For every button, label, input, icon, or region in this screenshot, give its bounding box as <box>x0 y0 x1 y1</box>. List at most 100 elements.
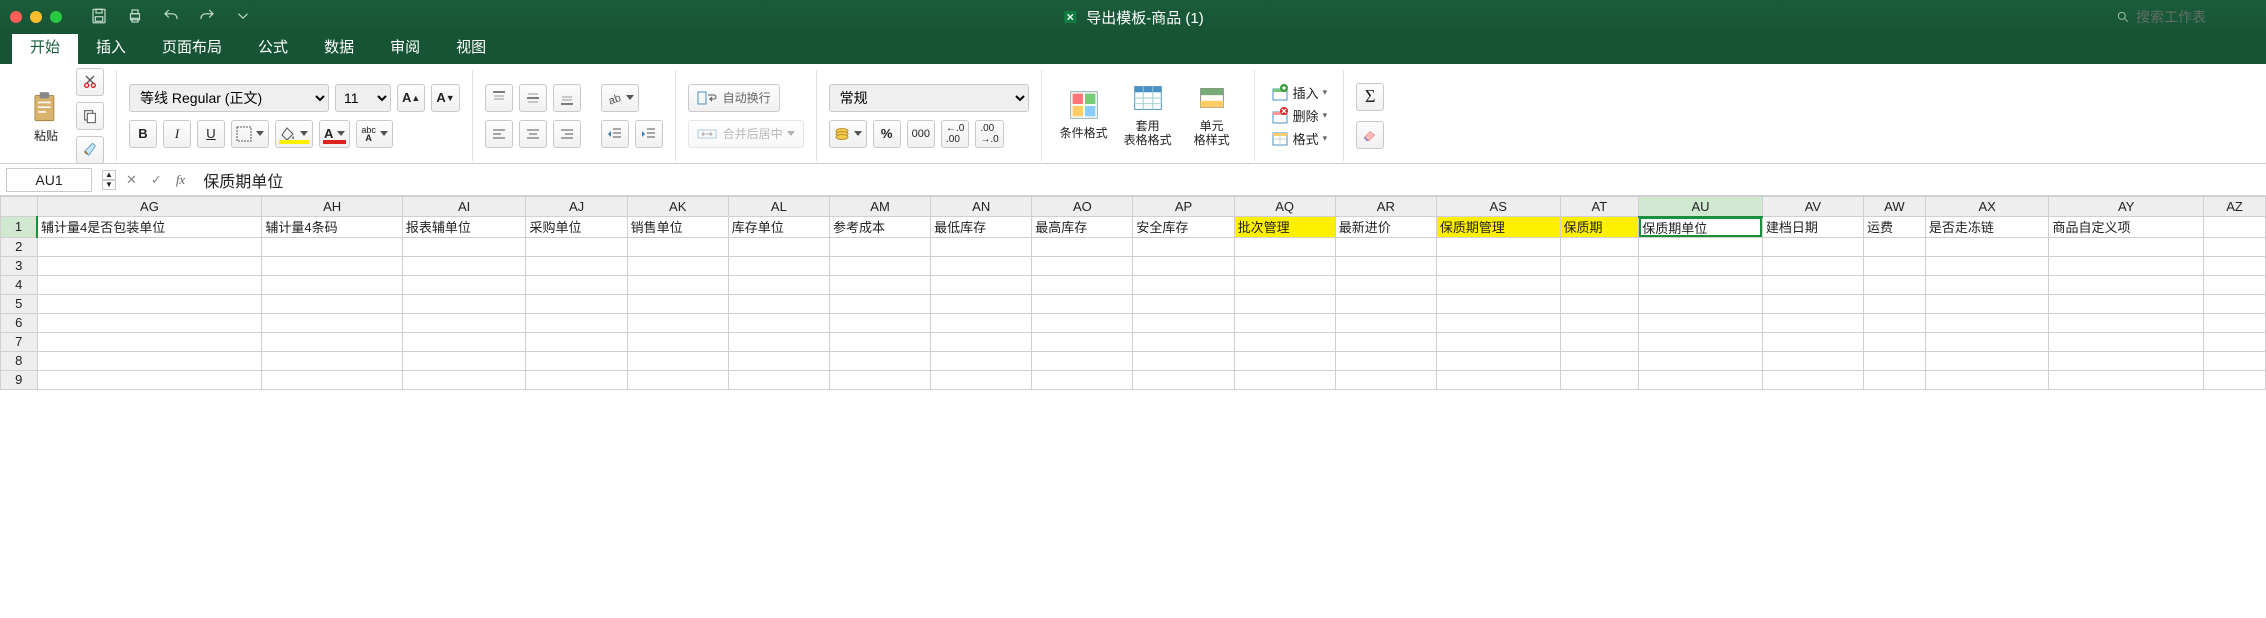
cell-AG4[interactable] <box>37 275 262 294</box>
col-header-AX[interactable]: AX <box>1925 197 2049 217</box>
cell-AM4[interactable] <box>829 275 930 294</box>
cell-AR1[interactable]: 最新进价 <box>1335 217 1436 238</box>
cell-AK5[interactable] <box>627 294 728 313</box>
fx-icon[interactable]: fx <box>176 172 185 188</box>
cell-AQ4[interactable] <box>1234 275 1335 294</box>
increase-indent-button[interactable] <box>635 120 663 148</box>
col-header-AS[interactable]: AS <box>1436 197 1560 217</box>
cell-AL3[interactable] <box>728 256 829 275</box>
cell-AU4[interactable] <box>1639 275 1763 294</box>
font-size-select[interactable]: 11 <box>335 84 391 112</box>
cell-AU5[interactable] <box>1639 294 1763 313</box>
cell-AS7[interactable] <box>1436 332 1560 351</box>
cell-AU1[interactable]: 保质期单位 <box>1639 217 1763 238</box>
cell-AI2[interactable] <box>402 237 526 256</box>
cell-AR8[interactable] <box>1335 351 1436 370</box>
cell-AV5[interactable] <box>1762 294 1863 313</box>
accounting-format-button[interactable] <box>829 120 867 148</box>
row-header-3[interactable]: 3 <box>1 256 38 275</box>
cell-AI5[interactable] <box>402 294 526 313</box>
cell-AI4[interactable] <box>402 275 526 294</box>
zoom-window[interactable] <box>50 11 62 23</box>
cell-AJ7[interactable] <box>526 332 627 351</box>
cell-AH8[interactable] <box>262 351 403 370</box>
increase-font-button[interactable]: A▲ <box>397 84 425 112</box>
cell-AP1[interactable]: 安全库存 <box>1133 217 1234 238</box>
cell-AI8[interactable] <box>402 351 526 370</box>
col-header-AO[interactable]: AO <box>1032 197 1133 217</box>
cell-AP6[interactable] <box>1133 313 1234 332</box>
col-header-AK[interactable]: AK <box>627 197 728 217</box>
col-header-AM[interactable]: AM <box>829 197 930 217</box>
cell-AR5[interactable] <box>1335 294 1436 313</box>
cell-AH9[interactable] <box>262 370 403 389</box>
clear-button[interactable] <box>1356 121 1384 149</box>
cell-AL7[interactable] <box>728 332 829 351</box>
cell-AQ2[interactable] <box>1234 237 1335 256</box>
align-center-button[interactable] <box>519 120 547 148</box>
cell-AQ3[interactable] <box>1234 256 1335 275</box>
row-header-1[interactable]: 1 <box>1 217 38 238</box>
cell-AT1[interactable]: 保质期 <box>1560 217 1639 238</box>
cell-AL8[interactable] <box>728 351 829 370</box>
cell-AU6[interactable] <box>1639 313 1763 332</box>
cell-AU9[interactable] <box>1639 370 1763 389</box>
orientation-button[interactable]: ab <box>601 84 639 112</box>
cell-AR4[interactable] <box>1335 275 1436 294</box>
tab-home[interactable]: 开始 <box>12 30 78 64</box>
save-icon[interactable] <box>90 7 108 28</box>
cell-AK9[interactable] <box>627 370 728 389</box>
cell-AK6[interactable] <box>627 313 728 332</box>
cell-AP4[interactable] <box>1133 275 1234 294</box>
cell-AM2[interactable] <box>829 237 930 256</box>
cell-AZ5[interactable] <box>2204 294 2266 313</box>
decrease-decimal-button[interactable]: .00→.0 <box>975 120 1003 148</box>
select-all-corner[interactable] <box>1 197 38 217</box>
cell-AH7[interactable] <box>262 332 403 351</box>
cell-AX2[interactable] <box>1925 237 2049 256</box>
delete-cells-button[interactable]: 删除▾ <box>1267 104 1332 127</box>
cell-AO5[interactable] <box>1032 294 1133 313</box>
print-icon[interactable] <box>126 7 144 28</box>
cell-AT9[interactable] <box>1560 370 1639 389</box>
tab-review[interactable]: 审阅 <box>372 30 438 64</box>
cell-AP7[interactable] <box>1133 332 1234 351</box>
row-header-8[interactable]: 8 <box>1 351 38 370</box>
cell-AY6[interactable] <box>2049 313 2204 332</box>
cell-AJ4[interactable] <box>526 275 627 294</box>
fill-color-button[interactable] <box>275 120 313 148</box>
cell-AJ9[interactable] <box>526 370 627 389</box>
cell-AR9[interactable] <box>1335 370 1436 389</box>
cut-button[interactable] <box>76 68 104 96</box>
cell-AQ6[interactable] <box>1234 313 1335 332</box>
cell-AW6[interactable] <box>1864 313 1926 332</box>
cell-AS9[interactable] <box>1436 370 1560 389</box>
name-box-stepper[interactable]: ▲▼ <box>102 170 116 190</box>
merge-center-button[interactable]: 合并后居中 <box>688 120 804 148</box>
insert-cells-button[interactable]: 插入▾ <box>1267 81 1332 104</box>
cell-AY2[interactable] <box>2049 237 2204 256</box>
cell-AS3[interactable] <box>1436 256 1560 275</box>
col-header-AJ[interactable]: AJ <box>526 197 627 217</box>
tab-data[interactable]: 数据 <box>306 30 372 64</box>
col-header-AQ[interactable]: AQ <box>1234 197 1335 217</box>
cell-AO7[interactable] <box>1032 332 1133 351</box>
cell-AZ8[interactable] <box>2204 351 2266 370</box>
col-header-AR[interactable]: AR <box>1335 197 1436 217</box>
format-painter-button[interactable] <box>76 136 104 164</box>
cell-styles-button[interactable]: 单元 格样式 <box>1182 72 1242 154</box>
cell-AT5[interactable] <box>1560 294 1639 313</box>
cell-AN4[interactable] <box>931 275 1032 294</box>
border-button[interactable] <box>231 120 269 148</box>
col-header-AZ[interactable]: AZ <box>2204 197 2266 217</box>
cell-AV3[interactable] <box>1762 256 1863 275</box>
cell-AI9[interactable] <box>402 370 526 389</box>
cell-AR3[interactable] <box>1335 256 1436 275</box>
format-cells-button[interactable]: 格式▾ <box>1267 127 1332 150</box>
cell-AY8[interactable] <box>2049 351 2204 370</box>
cell-AX7[interactable] <box>1925 332 2049 351</box>
cell-AZ2[interactable] <box>2204 237 2266 256</box>
qat-more-icon[interactable] <box>234 7 252 28</box>
cell-AQ8[interactable] <box>1234 351 1335 370</box>
cell-AJ5[interactable] <box>526 294 627 313</box>
